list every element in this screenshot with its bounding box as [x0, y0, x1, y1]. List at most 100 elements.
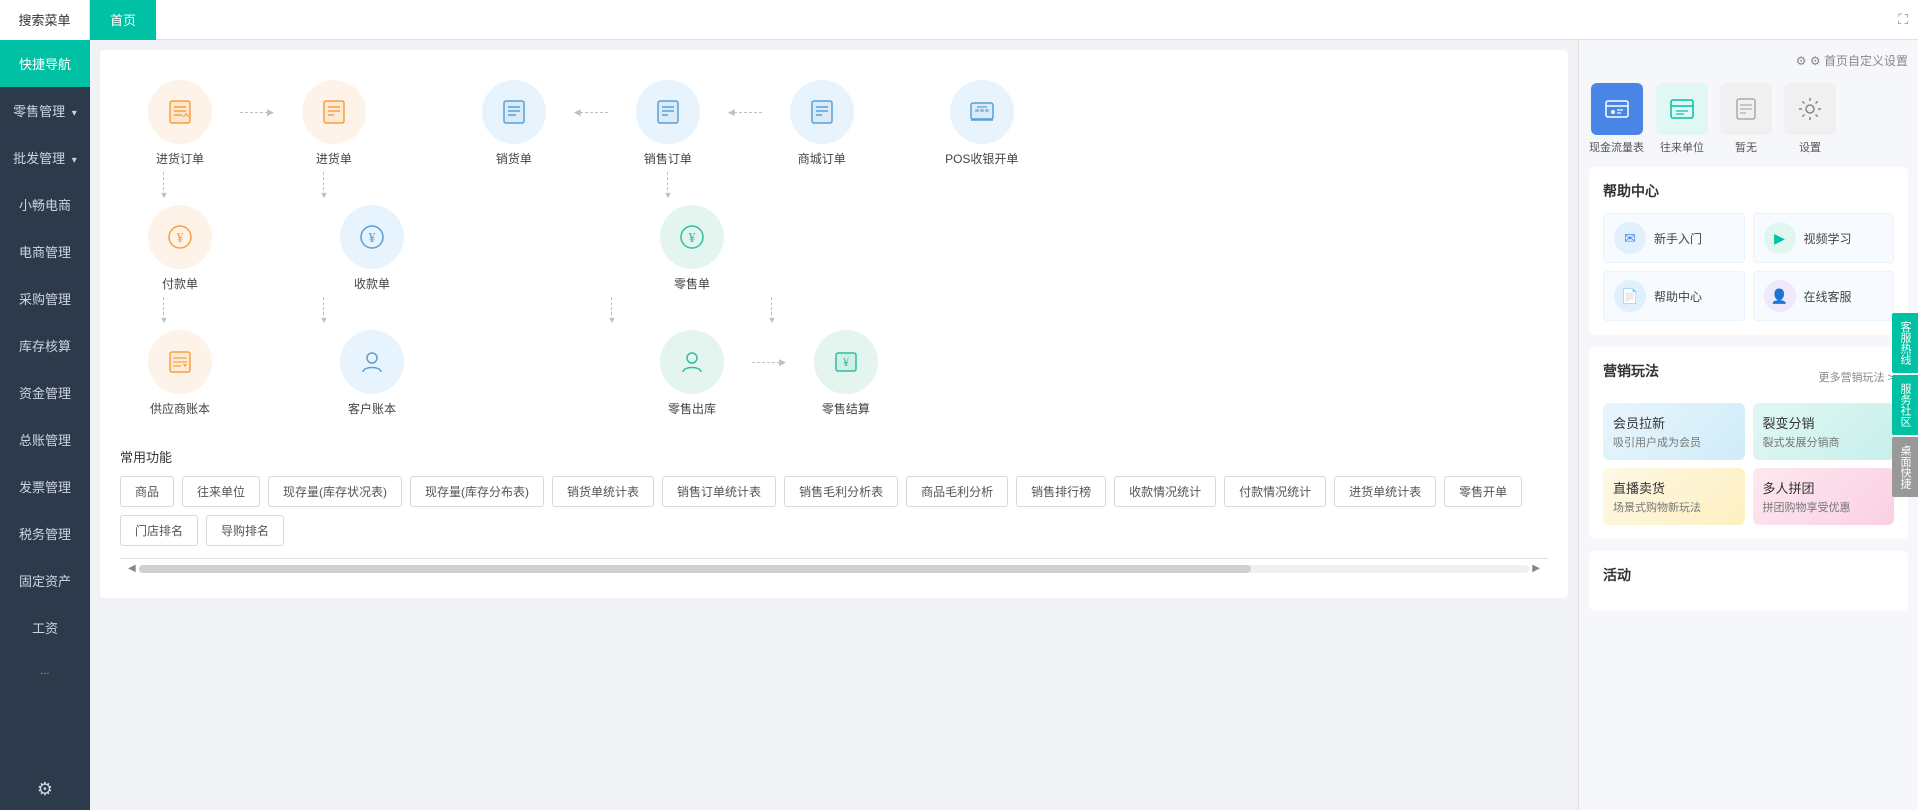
customer-account-icon	[340, 330, 404, 394]
flow-node-pos[interactable]: POS收银开单	[922, 80, 1042, 167]
func-btn-goods[interactable]: 商品	[120, 476, 174, 507]
flow-node-sales[interactable]: 销货单	[454, 80, 574, 167]
cashflow-label: 现金流量表	[1589, 139, 1644, 155]
func-btn-stock-dist[interactable]: 现存量(库存分布表)	[410, 476, 544, 507]
func-btn-purchase-stat[interactable]: 进货单统计表	[1334, 476, 1436, 507]
sidebar-item-assets[interactable]: 固定资产	[0, 557, 90, 604]
top-bar-right: ⛶	[1898, 11, 1918, 28]
home-customize-link[interactable]: ⚙ ⚙ 首页自定义设置	[1589, 50, 1908, 71]
sidebar-item-wholesale[interactable]: 批发管理 ▾	[0, 134, 90, 181]
flow-node-mall-order[interactable]: 商城订单	[762, 80, 882, 167]
marketing-title: 营销玩法	[1603, 361, 1659, 381]
marketing-member[interactable]: 会员拉新 吸引用户成为会员	[1603, 403, 1745, 460]
flow-node-payment[interactable]: ¥ 付款单	[120, 205, 240, 292]
purchase-icon	[302, 80, 366, 144]
quick-icon-cashflow[interactable]: 现金流量表	[1589, 83, 1644, 155]
beginner-icon: ✉	[1614, 222, 1646, 254]
help-item-service[interactable]: 👤 在线客服	[1753, 271, 1895, 321]
sidebar-item-ecommerce[interactable]: 电商管理	[0, 228, 90, 275]
func-btn-sales-rank[interactable]: 销售排行榜	[1016, 476, 1106, 507]
func-btn-sales-profit[interactable]: 销售毛利分析表	[784, 476, 898, 507]
svg-text:¥: ¥	[843, 355, 849, 369]
sidebar-item-finance[interactable]: 资金管理	[0, 369, 90, 416]
receipt-icon: ¥	[340, 205, 404, 269]
flow-node-purchase[interactable]: 进货单	[274, 80, 394, 167]
flow-node-supplier-account[interactable]: 供应商账本	[120, 330, 240, 417]
home-tab[interactable]: 首页	[90, 0, 156, 40]
flow-node-sales-order[interactable]: 销售订单	[608, 80, 728, 167]
flow-node-customer-account[interactable]: 客户账本	[312, 330, 432, 417]
help-item-video[interactable]: ▶ 视频学习	[1753, 213, 1895, 263]
scroll-right-button[interactable]: ▶	[1529, 563, 1543, 574]
flow-node-purchase-order[interactable]: 进货订单	[120, 80, 240, 167]
flow-row-2: ¥ 付款单 ¥ 收款单	[120, 205, 1548, 292]
func-btn-store-rank[interactable]: 门店排名	[120, 515, 198, 546]
supplier-account-label: 供应商账本	[150, 400, 210, 417]
func-btn-retail-order[interactable]: 零售开单	[1444, 476, 1522, 507]
purchase-label: 进货单	[316, 150, 352, 167]
scroll-left-button[interactable]: ◀	[125, 563, 139, 574]
down-arrows-row2: ▼ ▼	[120, 297, 1548, 325]
scroll-thumb[interactable]	[139, 565, 1251, 573]
sidebar-item-salary[interactable]: 工资	[0, 604, 90, 651]
units-label: 往来单位	[1660, 139, 1704, 155]
flow-node-receipt[interactable]: ¥ 收款单	[312, 205, 432, 292]
supplier-account-icon	[148, 330, 212, 394]
more-marketing-link[interactable]: 更多营销玩法 >	[1819, 369, 1894, 385]
quick-icon-none[interactable]: 暂无	[1720, 83, 1772, 155]
float-btn-hotline[interactable]: 客服热线	[1892, 313, 1918, 373]
search-menu-button[interactable]: 搜索菜单	[0, 0, 90, 40]
marketing-group[interactable]: 多人拼团 拼团购物享受优惠	[1753, 468, 1895, 525]
sidebar-item-invoice[interactable]: 发票管理	[0, 463, 90, 510]
func-btn-sales-order-stat[interactable]: 销售订单统计表	[662, 476, 776, 507]
marketing-live[interactable]: 直播卖货 场景式购物新玩法	[1603, 468, 1745, 525]
func-btn-guide-rank[interactable]: 导购排名	[206, 515, 284, 546]
flow-node-retail-order[interactable]: ¥ 零售单	[632, 205, 752, 292]
help-center-title: 帮助中心	[1603, 181, 1894, 201]
marketing-header: 营销玩法 更多营销玩法 >	[1603, 361, 1894, 393]
func-btn-units[interactable]: 往来单位	[182, 476, 260, 507]
beginner-label: 新手入门	[1654, 230, 1702, 247]
right-panel: ⚙ ⚙ 首页自定义设置 现金流量表 往来单位	[1578, 40, 1918, 810]
flow-node-retail-settle[interactable]: ¥ 零售结算	[786, 330, 906, 417]
sidebar-item-ecommerce-small[interactable]: 小畅电商	[0, 181, 90, 228]
sidebar-item-tax[interactable]: 税务管理	[0, 510, 90, 557]
quick-icon-settings[interactable]: 设置	[1784, 83, 1836, 155]
sales-icon	[482, 80, 546, 144]
horizontal-scrollbar[interactable]: ◀ ▶	[120, 558, 1548, 578]
float-btn-community[interactable]: 服务社区	[1892, 375, 1918, 435]
common-functions-title: 常用功能	[120, 447, 1548, 466]
sidebar-item-ledger[interactable]: 总账管理	[0, 416, 90, 463]
sidebar-item-quicknav[interactable]: 快捷导航	[0, 40, 90, 87]
video-label: 视频学习	[1804, 230, 1852, 247]
service-label: 在线客服	[1804, 288, 1852, 305]
help-item-help[interactable]: 📄 帮助中心	[1603, 271, 1745, 321]
sidebar-item-retail[interactable]: 零售管理 ▾	[0, 87, 90, 134]
mall-order-icon	[790, 80, 854, 144]
service-icon: 👤	[1764, 280, 1796, 312]
func-btn-sales-stat[interactable]: 销货单统计表	[552, 476, 654, 507]
marketing-fission-title: 裂变分销	[1763, 413, 1885, 432]
marketing-fission-desc: 裂式发展分销商	[1763, 434, 1885, 450]
customize-icon: ⚙	[1796, 54, 1807, 68]
flow-node-retail-out[interactable]: 零售出库	[632, 330, 752, 417]
help-item-beginner[interactable]: ✉ 新手入门	[1603, 213, 1745, 263]
sidebar-item-inventory[interactable]: 库存核算	[0, 322, 90, 369]
none-label: 暂无	[1735, 139, 1757, 155]
sidebar-item-more[interactable]: ...	[0, 651, 90, 691]
main-panel: 进货订单 进货单	[90, 40, 1578, 810]
marketing-fission[interactable]: 裂变分销 裂式发展分销商	[1753, 403, 1895, 460]
quick-icon-units[interactable]: 往来单位	[1656, 83, 1708, 155]
func-btn-stock-status[interactable]: 现存量(库存状况表)	[268, 476, 402, 507]
sidebar-item-purchase[interactable]: 采购管理	[0, 275, 90, 322]
sidebar-gear-button[interactable]: ⚙	[0, 779, 90, 800]
retail-settle-icon: ¥	[814, 330, 878, 394]
marketing-group-title: 多人拼团	[1763, 478, 1885, 497]
float-btn-desktop[interactable]: 桌面快捷	[1892, 437, 1918, 497]
func-btn-payment-stat[interactable]: 付款情况统计	[1224, 476, 1326, 507]
func-btn-receipt-stat[interactable]: 收款情况统计	[1114, 476, 1216, 507]
fullscreen-button[interactable]: ⛶	[1898, 11, 1908, 28]
down-arrows-row1: ▼ ▼	[120, 172, 1548, 200]
func-btn-goods-profit[interactable]: 商品毛利分析	[906, 476, 1008, 507]
scroll-track[interactable]	[139, 565, 1530, 573]
